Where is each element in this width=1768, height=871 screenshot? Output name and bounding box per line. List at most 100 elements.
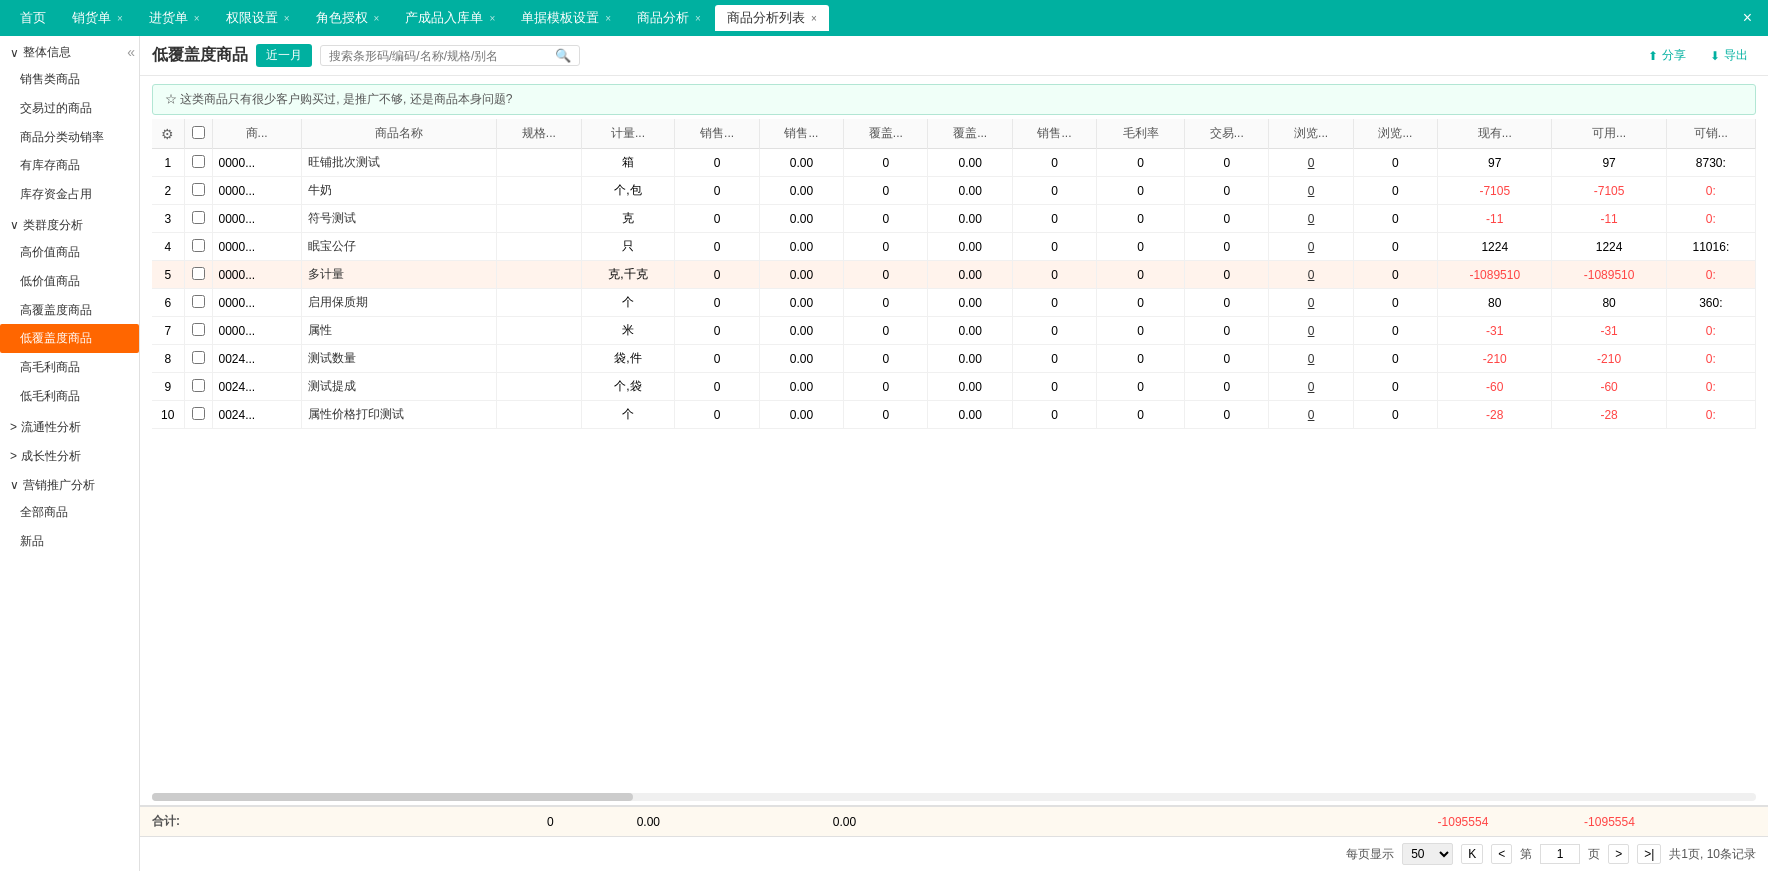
row-checkbox[interactable] xyxy=(184,289,212,317)
sidebar-item-low-value[interactable]: 低价值商品 xyxy=(0,267,139,296)
export-button[interactable]: ⬇ 导出 xyxy=(1702,44,1756,67)
row-checkbox[interactable] xyxy=(184,261,212,289)
row-browse1[interactable]: 0 xyxy=(1269,345,1353,373)
prev-page-button[interactable]: < xyxy=(1491,844,1512,864)
sidebar-item-high-coverage-label: 高覆盖度商品 xyxy=(20,303,92,317)
sidebar-item-stock-capital[interactable]: 库存资金占用 xyxy=(0,180,139,209)
nav-tab-analysis-close[interactable]: × xyxy=(695,13,701,24)
horizontal-scrollbar[interactable] xyxy=(152,793,1756,801)
nav-tab-stock[interactable]: 产成品入库单 × xyxy=(393,5,507,31)
row-checkbox[interactable] xyxy=(184,317,212,345)
search-input[interactable] xyxy=(329,49,555,63)
row-checkbox[interactable] xyxy=(184,205,212,233)
page-size-select[interactable]: 50 100 200 xyxy=(1402,843,1453,865)
row-browse1[interactable]: 0 xyxy=(1269,149,1353,177)
sidebar-item-high-profit[interactable]: 高毛利商品 xyxy=(0,353,139,382)
row-spec xyxy=(497,317,581,345)
row-available: -1089510 xyxy=(1552,261,1666,289)
sidebar-group-cluster[interactable]: ∨ 类群度分析 xyxy=(0,209,139,238)
row-browse1[interactable]: 0 xyxy=(1269,233,1353,261)
last-page-button[interactable]: >| xyxy=(1637,844,1661,864)
nav-tab-purchase-close[interactable]: × xyxy=(194,13,200,24)
table-row: 9 0024... 测试提成 个,袋 0 0.00 0 0.00 0 0 0 0… xyxy=(152,373,1756,401)
sidebar-item-traded-products[interactable]: 交易过的商品 xyxy=(0,94,139,123)
nav-tab-template[interactable]: 单据模板设置 × xyxy=(509,5,623,31)
row-sale2: 0.00 xyxy=(759,373,843,401)
close-all-button[interactable]: × xyxy=(1735,9,1760,27)
row-name[interactable]: 启用保质期 xyxy=(301,289,497,317)
row-name[interactable]: 测试数量 xyxy=(301,345,497,373)
main-layout: ∨ 整体信息 « 销售类商品 交易过的商品 商品分类动销率 有库存商品 库存资金… xyxy=(0,36,1768,871)
row-name[interactable]: 旺铺批次测试 xyxy=(301,149,497,177)
row-browse1[interactable]: 0 xyxy=(1269,373,1353,401)
col-available: 可用... xyxy=(1552,119,1666,149)
sidebar-item-low-profit[interactable]: 低毛利商品 xyxy=(0,382,139,411)
row-cov1: 0 xyxy=(844,401,928,429)
page-number-input[interactable] xyxy=(1540,844,1580,864)
row-name[interactable]: 多计量 xyxy=(301,261,497,289)
nav-tab-analysis[interactable]: 商品分析 × xyxy=(625,5,713,31)
first-page-button[interactable]: K xyxy=(1461,844,1483,864)
nav-tab-template-close[interactable]: × xyxy=(605,13,611,24)
nav-tab-home[interactable]: 首页 xyxy=(8,5,58,31)
sidebar-item-high-coverage[interactable]: 高覆盖度商品 xyxy=(0,296,139,325)
row-name[interactable]: 符号测试 xyxy=(301,205,497,233)
row-browse1[interactable]: 0 xyxy=(1269,177,1353,205)
row-trade: 0 xyxy=(1185,233,1269,261)
row-num: 10 xyxy=(152,401,184,429)
settings-icon[interactable]: ⚙ xyxy=(161,126,174,142)
row-browse1[interactable]: 0 xyxy=(1269,317,1353,345)
row-checkbox[interactable] xyxy=(184,373,212,401)
row-unit: 米 xyxy=(581,317,675,345)
nav-tab-sales-close[interactable]: × xyxy=(117,13,123,24)
row-available: -60 xyxy=(1552,373,1666,401)
sidebar-item-new-products[interactable]: 新品 xyxy=(0,527,139,556)
nav-tab-analysis-list[interactable]: 商品分析列表 × xyxy=(715,5,829,31)
row-trade: 0 xyxy=(1185,177,1269,205)
nav-tab-purchase-label: 进货单 xyxy=(149,9,188,27)
sidebar-group-overall[interactable]: ∨ 整体信息 « xyxy=(0,36,139,65)
nav-tab-role-close[interactable]: × xyxy=(374,13,380,24)
nav-tab-role[interactable]: 角色授权 × xyxy=(304,5,392,31)
row-sale1: 0 xyxy=(675,177,759,205)
sidebar-item-category-rate[interactable]: 商品分类动销率 xyxy=(0,123,139,152)
sidebar-collapse-button[interactable]: « xyxy=(127,44,135,60)
row-browse1[interactable]: 0 xyxy=(1269,261,1353,289)
nav-tab-sales[interactable]: 销货单 × xyxy=(60,5,135,31)
row-checkbox[interactable] xyxy=(184,345,212,373)
row-name[interactable]: 牛奶 xyxy=(301,177,497,205)
row-cov1: 0 xyxy=(844,233,928,261)
nav-tab-purchase[interactable]: 进货单 × xyxy=(137,5,212,31)
sidebar-item-in-stock[interactable]: 有库存商品 xyxy=(0,151,139,180)
sidebar-group-growth[interactable]: > 成长性分析 xyxy=(0,440,139,469)
row-name[interactable]: 眠宝公仔 xyxy=(301,233,497,261)
row-gross: 0 xyxy=(1097,289,1185,317)
sidebar-group-flow[interactable]: > 流通性分析 xyxy=(0,411,139,440)
sidebar-item-high-value[interactable]: 高价值商品 xyxy=(0,238,139,267)
select-all-checkbox[interactable] xyxy=(192,126,205,139)
row-checkbox[interactable] xyxy=(184,401,212,429)
row-checkbox[interactable] xyxy=(184,233,212,261)
col-settings[interactable]: ⚙ xyxy=(152,119,184,149)
sidebar-item-all-products[interactable]: 全部商品 xyxy=(0,498,139,527)
sidebar-group-marketing[interactable]: ∨ 营销推广分析 xyxy=(0,469,139,498)
row-browse1[interactable]: 0 xyxy=(1269,401,1353,429)
row-available: -28 xyxy=(1552,401,1666,429)
row-checkbox[interactable] xyxy=(184,177,212,205)
row-browse1[interactable]: 0 xyxy=(1269,289,1353,317)
row-name[interactable]: 属性价格打印测试 xyxy=(301,401,497,429)
nav-tab-permission-close[interactable]: × xyxy=(284,13,290,24)
row-checkbox[interactable] xyxy=(184,149,212,177)
nav-tab-analysis-list-close[interactable]: × xyxy=(811,13,817,24)
row-browse1[interactable]: 0 xyxy=(1269,205,1353,233)
time-filter-button[interactable]: 近一月 xyxy=(256,44,312,67)
nav-tab-permission[interactable]: 权限设置 × xyxy=(214,5,302,31)
sidebar-item-low-coverage[interactable]: 低覆盖度商品 xyxy=(0,324,139,353)
row-name[interactable]: 测试提成 xyxy=(301,373,497,401)
nav-tab-stock-close[interactable]: × xyxy=(489,13,495,24)
next-page-button[interactable]: > xyxy=(1608,844,1629,864)
row-name[interactable]: 属性 xyxy=(301,317,497,345)
sidebar-item-sales-products[interactable]: 销售类商品 xyxy=(0,65,139,94)
share-button[interactable]: ⬆ 分享 xyxy=(1640,44,1694,67)
scrollbar-thumb[interactable] xyxy=(152,793,633,801)
